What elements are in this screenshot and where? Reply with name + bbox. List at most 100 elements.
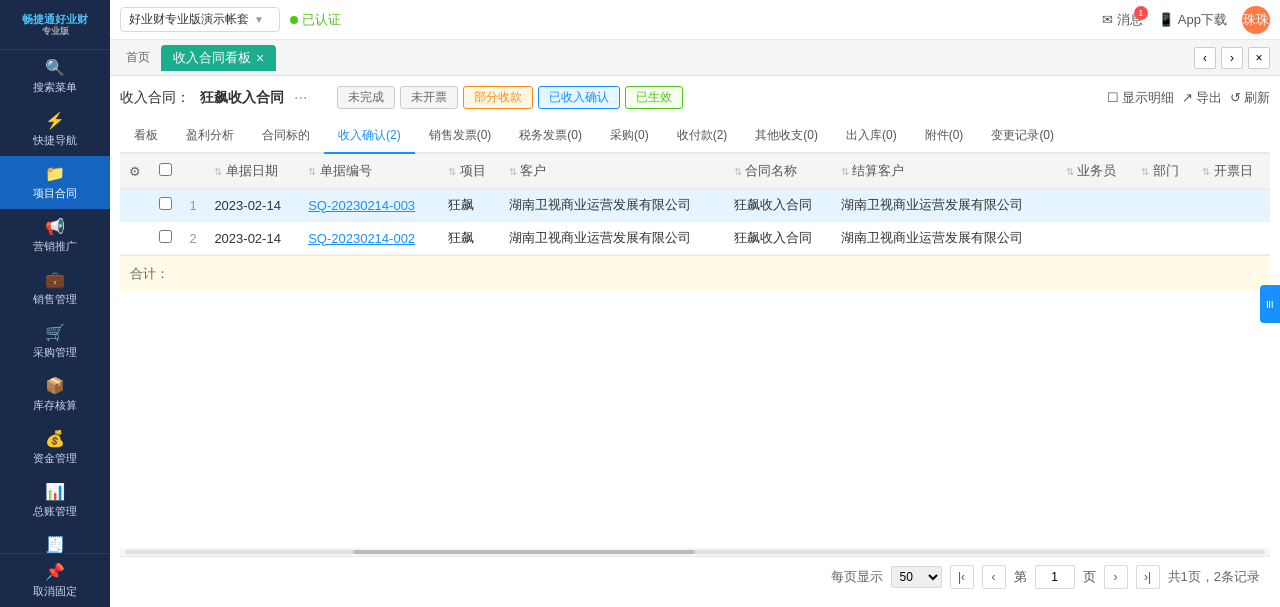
sidebar-label-8: 总账管理 [33, 504, 77, 519]
tab-close-icon[interactable]: × [256, 50, 264, 66]
row-salesperson-0 [1058, 189, 1134, 222]
topbar-right: ✉ 消息 1 📱 App下载 珠珠 [1102, 6, 1270, 34]
subtab-9[interactable]: 出入库(0) [832, 119, 911, 154]
sidebar-label-5: 采购管理 [33, 345, 77, 360]
sidebar-item-1[interactable]: ⚡快捷导航 [0, 103, 110, 156]
row-settings-0[interactable] [120, 189, 150, 222]
project-header[interactable]: ⇅ 项目 [440, 154, 501, 189]
sidebar: 畅捷通好业财 专业版 🔍搜索菜单⚡快捷导航📁项目合同📢营销推广💼销售管理🛒采购管… [0, 0, 110, 607]
sidebar-icon-2: 📁 [45, 164, 65, 183]
customer-header[interactable]: ⇅ 客户 [501, 154, 726, 189]
contract-actions: ☐ 显示明细 ↗ 导出 ↺ 刷新 [1107, 89, 1270, 107]
per-page-select[interactable]: 50 20 100 [891, 566, 942, 588]
first-page-btn[interactable]: |‹ [950, 565, 974, 589]
row-customer-1: 湖南卫视商业运营发展有限公司 [501, 222, 726, 255]
table-row[interactable]: 2 2023-02-14 SQ-20230214-002 狂飙 湖南卫视商业运营… [120, 222, 1270, 255]
subtab-4[interactable]: 销售发票(0) [415, 119, 506, 154]
row-contract-1: 狂飙收入合同 [726, 222, 833, 255]
settings-header[interactable]: ⚙ [120, 154, 150, 189]
status-partial[interactable]: 部分收款 [463, 86, 533, 109]
subtab-8[interactable]: 其他收支(0) [741, 119, 832, 154]
contract-header[interactable]: ⇅ 合同名称 [726, 154, 833, 189]
subtab-10[interactable]: 附件(0) [911, 119, 978, 154]
table-footer: 合计： [120, 255, 1270, 291]
page: 收入合同： 狂飙收入合同 ··· 未完成 未开票 部分收款 已收入确认 已生效 … [110, 76, 1280, 607]
row-settings-1[interactable] [120, 222, 150, 255]
row-checkbox-1[interactable] [150, 222, 180, 255]
invoice-sort-icon: ⇅ [1202, 166, 1210, 177]
subtab-2[interactable]: 合同标的 [248, 119, 324, 154]
active-tab[interactable]: 收入合同看板 × [161, 45, 276, 71]
table-container[interactable]: ⚙ ⇅ 单据日期 ⇅ 单据编号 ⇅ 项目 ⇅ 客户 ⇅ 合同名称 ⇅ 结算客户 … [120, 154, 1270, 548]
subtab-5[interactable]: 税务发票(0) [505, 119, 596, 154]
sidebar-item-9[interactable]: 🧾发票管理 [0, 527, 110, 553]
table-row[interactable]: 1 2023-02-14 SQ-20230214-003 狂飙 湖南卫视商业运营… [120, 189, 1270, 222]
sidebar-item-6[interactable]: 📦库存核算 [0, 368, 110, 421]
subtab-0[interactable]: 看板 [120, 119, 172, 154]
message-action[interactable]: ✉ 消息 1 [1102, 11, 1143, 29]
message-icon: ✉ [1102, 12, 1113, 27]
scrollbar-thumb[interactable] [353, 550, 695, 554]
tab-prev-btn[interactable]: ‹ [1194, 47, 1216, 69]
status-confirmed[interactable]: 已收入确认 [538, 86, 620, 109]
invoice-date-header[interactable]: ⇅ 开票日 [1194, 154, 1270, 189]
sidebar-item-2[interactable]: 📁项目合同 [0, 156, 110, 209]
row-number-0[interactable]: SQ-20230214-003 [300, 189, 440, 222]
export-btn[interactable]: ↗ 导出 [1182, 89, 1222, 107]
salesperson-sort-icon: ⇅ [1066, 166, 1074, 177]
right-panel-tab[interactable]: ≡ [1260, 284, 1280, 322]
row-number-1[interactable]: SQ-20230214-002 [300, 222, 440, 255]
total-info: 共1页，2条记录 [1168, 568, 1260, 586]
subtab-3[interactable]: 收入确认(2) [324, 119, 415, 154]
subtab-6[interactable]: 采购(0) [596, 119, 663, 154]
certified-label: 已认证 [302, 11, 341, 29]
row-num-0: 1 [180, 189, 206, 222]
sidebar-item-pin[interactable]: 📌 取消固定 [0, 553, 110, 607]
sidebar-item-0[interactable]: 🔍搜索菜单 [0, 50, 110, 103]
download-icon: 📱 [1158, 12, 1174, 27]
per-page-label: 每页显示 [831, 568, 883, 586]
status-effective[interactable]: 已生效 [625, 86, 683, 109]
status-incomplete[interactable]: 未完成 [337, 86, 395, 109]
subtab-7[interactable]: 收付款(2) [663, 119, 742, 154]
checkbox-header[interactable] [150, 154, 180, 189]
contract-more-icon[interactable]: ··· [294, 89, 307, 107]
page-input[interactable] [1035, 565, 1075, 589]
sidebar-item-8[interactable]: 📊总账管理 [0, 474, 110, 527]
row-salesperson-1 [1058, 222, 1134, 255]
select-all-checkbox[interactable] [159, 163, 172, 176]
refresh-btn[interactable]: ↺ 刷新 [1230, 89, 1270, 107]
department-header[interactable]: ⇅ 部门 [1133, 154, 1194, 189]
row-invoice-date-1 [1194, 222, 1270, 255]
row-checkbox-0[interactable] [150, 189, 180, 222]
subtab-11[interactable]: 变更记录(0) [977, 119, 1068, 154]
pagination: 每页显示 50 20 100 |‹ ‹ 第 页 › ›| 共1页，2条记录 [120, 556, 1270, 597]
next-page-btn[interactable]: › [1104, 565, 1128, 589]
app-subtitle: 专业版 [22, 26, 88, 38]
prev-page-btn[interactable]: ‹ [982, 565, 1006, 589]
salesperson-header[interactable]: ⇅ 业务员 [1058, 154, 1134, 189]
sidebar-icon-3: 📢 [45, 217, 65, 236]
app-download-action[interactable]: 📱 App下载 [1158, 11, 1227, 29]
sidebar-item-5[interactable]: 🛒采购管理 [0, 315, 110, 368]
sidebar-label-4: 销售管理 [33, 292, 77, 307]
sidebar-item-4[interactable]: 💼 销售管理 [0, 262, 110, 315]
sidebar-item-7[interactable]: 💰资金管理 [0, 421, 110, 474]
horizontal-scrollbar[interactable] [120, 548, 1270, 556]
company-selector[interactable]: 好业财专业版演示帐套 ▼ [120, 7, 280, 32]
sidebar-item-3[interactable]: 📢营销推广 [0, 209, 110, 262]
date-header[interactable]: ⇅ 单据日期 [206, 154, 300, 189]
status-unopened[interactable]: 未开票 [400, 86, 458, 109]
number-header[interactable]: ⇅ 单据编号 [300, 154, 440, 189]
status-tags: 未完成 未开票 部分收款 已收入确认 已生效 [337, 86, 683, 109]
user-avatar[interactable]: 珠珠 [1242, 6, 1270, 34]
sidebar-label-1: 快捷导航 [33, 133, 77, 148]
last-page-btn[interactable]: ›| [1136, 565, 1160, 589]
show-detail-btn[interactable]: ☐ 显示明细 [1107, 89, 1174, 107]
home-tab[interactable]: 首页 [120, 46, 156, 69]
settled-header[interactable]: ⇅ 结算客户 [833, 154, 1058, 189]
sidebar-icon-4: 💼 [45, 270, 65, 289]
subtab-1[interactable]: 盈利分析 [172, 119, 248, 154]
tab-close-all-btn[interactable]: × [1248, 47, 1270, 69]
tab-next-btn[interactable]: › [1221, 47, 1243, 69]
